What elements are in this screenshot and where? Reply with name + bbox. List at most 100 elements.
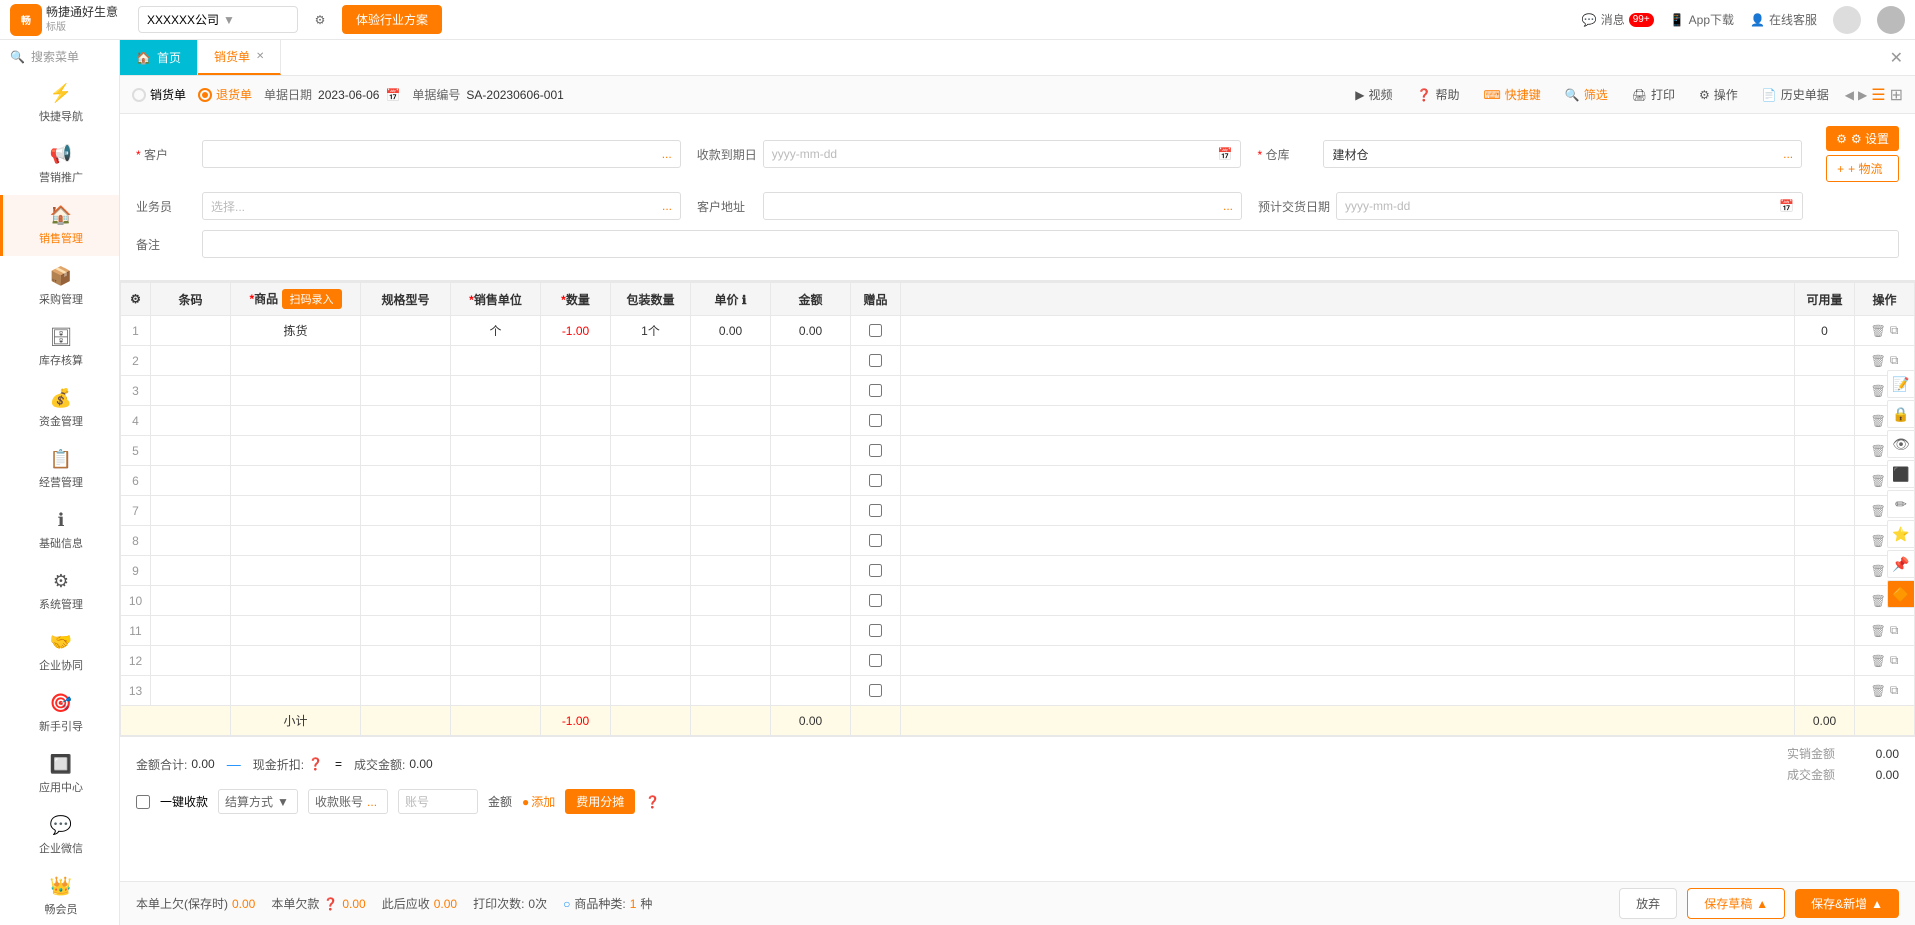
filter-btn[interactable]: 🔍 筛选 [1557, 82, 1616, 107]
list-view-icon[interactable]: ☰ [1871, 85, 1885, 105]
customer-dots[interactable]: ... [662, 147, 672, 161]
video-btn[interactable]: ▶ 视频 [1347, 82, 1400, 107]
sidebar-item-system[interactable]: ⚙ 系统管理 [0, 561, 119, 622]
sidebar-item-inventory[interactable]: 🗄 库存核算 [0, 317, 119, 378]
discard-button[interactable]: 放弃 [1619, 888, 1677, 919]
delete-icon-12[interactable]: 🗑 [1871, 654, 1886, 668]
gift-checkbox-1[interactable] [869, 324, 882, 337]
user-avatar2[interactable] [1877, 6, 1905, 34]
sidebar-item-finance[interactable]: 💰 资金管理 [0, 378, 119, 439]
help-btn[interactable]: ❓ 帮助 [1409, 82, 1468, 107]
print-btn[interactable]: 🖨 打印 [1624, 82, 1683, 107]
grid-view-icon[interactable]: ⊞ [1890, 85, 1903, 105]
col-settings[interactable]: ⚙ [121, 283, 151, 316]
delivery-date-input[interactable]: yyyy-mm-dd 📅 [1336, 192, 1803, 220]
delete-icon-11[interactable]: 🗑 [1871, 624, 1886, 638]
float-lock-btn[interactable]: 🔒 [1887, 400, 1915, 428]
save-new-button[interactable]: 保存&新增 ▲ [1795, 889, 1899, 918]
gift-checkbox-7[interactable] [869, 504, 882, 517]
delete-icon-4[interactable]: 🗑 [1871, 414, 1886, 428]
sidebar-item-operations[interactable]: 📋 经营管理 [0, 439, 119, 500]
trial-button[interactable]: 体验行业方案 [342, 5, 442, 34]
delete-icon-13[interactable]: 🗑 [1871, 684, 1886, 698]
gift-checkbox-4[interactable] [869, 414, 882, 427]
gift-checkbox-2[interactable] [869, 354, 882, 367]
sidebar-item-wechat[interactable]: 💬 企业微信 [0, 805, 119, 866]
gift-checkbox-12[interactable] [869, 654, 882, 667]
account-select[interactable]: 收款账号 ... [308, 789, 388, 814]
product-kind-item[interactable]: ○ 商品种类: 1 种 [563, 895, 652, 912]
sidebar-item-member[interactable]: 👑 畅会员 [0, 866, 119, 925]
company-selector[interactable]: XXXXXX公司 ▼ [138, 6, 298, 33]
float-notes-btn[interactable]: 📝 [1887, 370, 1915, 398]
radio-invoice[interactable]: 销货单 [132, 86, 186, 103]
salesperson-dots[interactable]: ... [662, 199, 672, 213]
shortcut-btn[interactable]: ⌨ 快捷键 [1475, 82, 1548, 107]
next-icon[interactable]: ▶ [1858, 88, 1867, 102]
sidebar-item-marketing[interactable]: 📢 营销推广 [0, 134, 119, 195]
delete-icon-8[interactable]: 🗑 [1871, 534, 1886, 548]
addr-dots[interactable]: ... [1223, 199, 1233, 213]
sidebar-item-sales[interactable]: 🏠 销售管理 [0, 195, 119, 256]
minus-icon[interactable]: — [227, 756, 241, 772]
gift-checkbox-10[interactable] [869, 594, 882, 607]
float-view-btn[interactable]: 👁 [1887, 430, 1915, 458]
delete-icon-6[interactable]: 🗑 [1871, 474, 1886, 488]
float-edit-btn[interactable]: ✏ [1887, 490, 1915, 518]
sidebar-item-app-center[interactable]: 🔲 应用中心 [0, 744, 119, 805]
gift-checkbox-5[interactable] [869, 444, 882, 457]
sidebar-search[interactable]: 🔍 搜索菜单 [0, 40, 119, 73]
copy-icon-13[interactable]: ⧉ [1890, 683, 1899, 698]
one-click-collect-checkbox[interactable] [136, 795, 150, 809]
app-download-button[interactable]: 📱 App下载 [1670, 11, 1734, 28]
sidebar-item-basics[interactable]: ℹ 基础信息 [0, 500, 119, 561]
operate-btn[interactable]: ⚙ 操作 [1691, 82, 1746, 107]
sidebar-item-guide[interactable]: 🎯 新手引导 [0, 683, 119, 744]
window-close-button[interactable]: ✕ [1878, 48, 1915, 68]
scan-button[interactable]: 扫码录入 [282, 289, 342, 309]
notes-input[interactable] [202, 230, 1899, 258]
gift-checkbox-3[interactable] [869, 384, 882, 397]
message-button[interactable]: 💬 消息 99+ [1582, 11, 1654, 28]
settings-gear-icon[interactable]: ⚙ [306, 6, 334, 34]
float-pin-btn[interactable]: 📌 [1887, 550, 1915, 578]
delete-icon-5[interactable]: 🗑 [1871, 444, 1886, 458]
copy-icon-11[interactable]: ⧉ [1890, 623, 1899, 638]
sidebar-item-purchase[interactable]: 📦 采购管理 [0, 256, 119, 317]
delete-icon-3[interactable]: 🗑 [1871, 384, 1886, 398]
tab-sales-order[interactable]: 销货单 ✕ [198, 40, 281, 75]
copy-icon-12[interactable]: ⧉ [1890, 653, 1899, 668]
copy-icon-2[interactable]: ⧉ [1890, 353, 1899, 368]
gift-checkbox-9[interactable] [869, 564, 882, 577]
add-payment-button[interactable]: ● 添加 [522, 793, 555, 810]
history-btn[interactable]: 📄 历史单据 [1754, 82, 1837, 107]
customer-addr-input[interactable]: ... [763, 192, 1242, 220]
float-action-btn[interactable]: 🔶 [1887, 580, 1915, 608]
collection-date-input[interactable]: yyyy-mm-dd 📅 [763, 140, 1242, 168]
settings-button[interactable]: ⚙ ⚙ 设置 [1826, 126, 1899, 151]
tab-close-icon[interactable]: ✕ [256, 51, 264, 62]
delete-icon-1[interactable]: 🗑 [1871, 324, 1886, 338]
user-avatar[interactable] [1833, 6, 1861, 34]
gift-checkbox-13[interactable] [869, 684, 882, 697]
logistics-button[interactable]: + + 物流 [1826, 155, 1899, 182]
delete-icon-9[interactable]: 🗑 [1871, 564, 1886, 578]
gift-checkbox-6[interactable] [869, 474, 882, 487]
delete-icon-10[interactable]: 🗑 [1871, 594, 1886, 608]
expense-split-button[interactable]: 费用分摊 [565, 789, 635, 814]
gift-checkbox-11[interactable] [869, 624, 882, 637]
sidebar-item-quick-nav[interactable]: ⚡ 快捷导航 [0, 73, 119, 134]
delete-icon-2[interactable]: 🗑 [1871, 354, 1886, 368]
warehouse-input[interactable]: 建材仓 ... [1323, 140, 1802, 168]
gift-checkbox-8[interactable] [869, 534, 882, 547]
account-number-input[interactable]: 账号 [398, 789, 478, 814]
save-draft-button[interactable]: 保存草稿 ▲ [1687, 888, 1785, 919]
settlement-method-select[interactable]: 结算方式 ▼ [218, 789, 298, 814]
tab-home[interactable]: 🏠 首页 [120, 40, 198, 75]
radio-return[interactable]: 退货单 [198, 86, 252, 103]
sidebar-item-enterprise[interactable]: 🤝 企业协同 [0, 622, 119, 683]
customer-input[interactable]: ... [202, 140, 681, 168]
warehouse-dots[interactable]: ... [1783, 147, 1793, 161]
online-service-button[interactable]: 👤 在线客服 [1750, 11, 1817, 28]
copy-icon-1[interactable]: ⧉ [1890, 323, 1899, 338]
